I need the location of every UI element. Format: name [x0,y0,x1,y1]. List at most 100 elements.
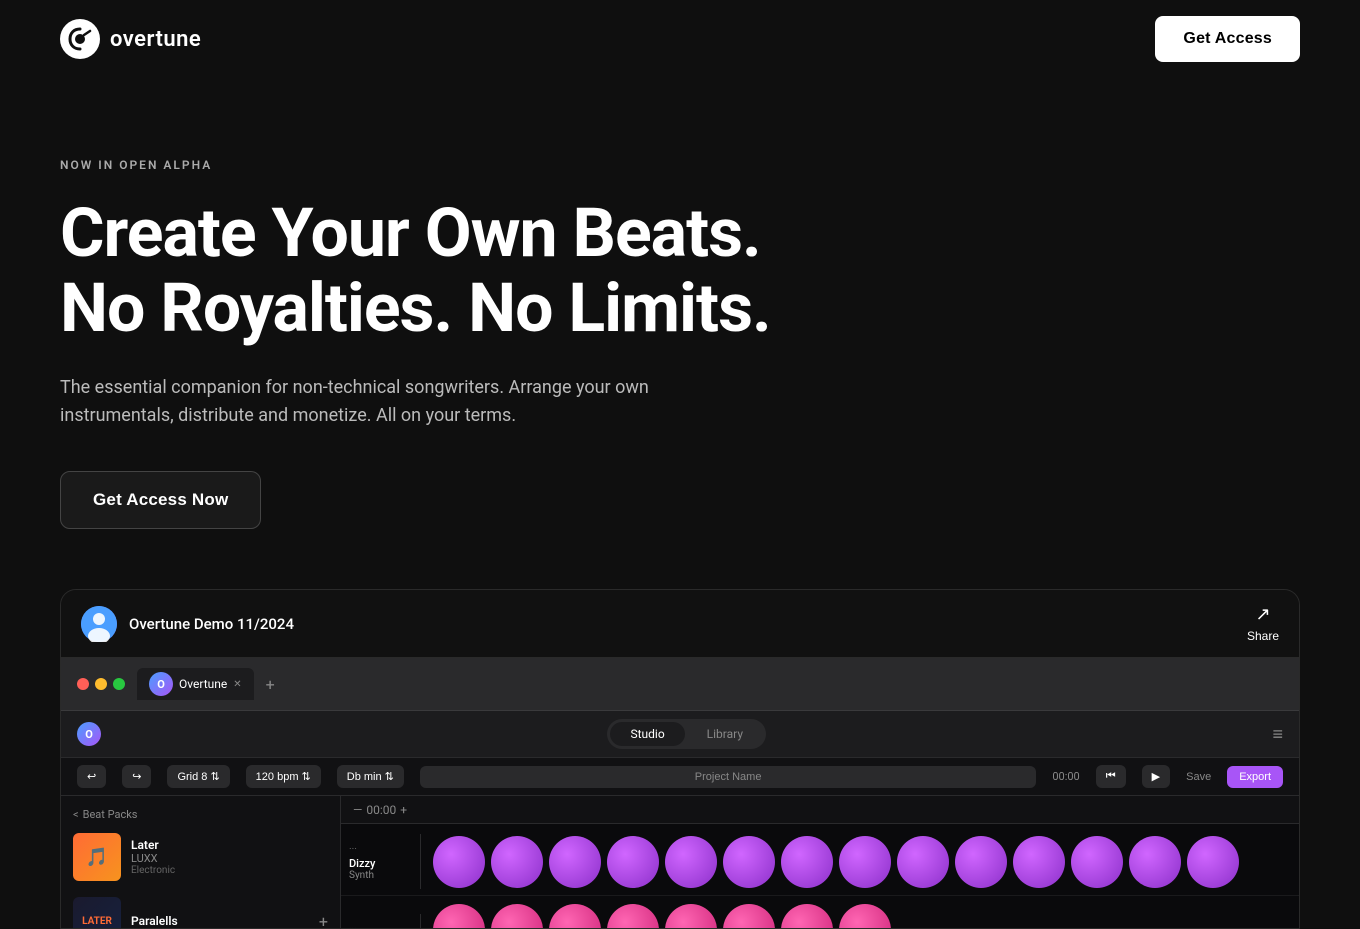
track-2-info: ··· [341,914,421,928]
sidebar-header: < Beat Packs [61,804,340,825]
timeline-time: 00:00 [366,803,396,817]
project-name-input[interactable] [420,766,1036,788]
hero-title: Create Your Own Beats. No Royalties. No … [60,196,800,346]
beat-ball [839,904,891,929]
beat-pack-paralells-thumb: LATER [73,897,121,928]
beat-pack-later-thumb: 🎵 [73,833,121,881]
beat-ball [433,904,485,929]
hero-title-line2: No Royalties. No Limits. [60,268,771,348]
track-dizzy-type: Synth [349,870,412,881]
beat-pack-paralells[interactable]: LATER Paralells + [61,889,340,928]
toolbar-menu: ≡ [1272,724,1283,745]
browser-dots [77,678,125,690]
demo-avatar [81,606,117,642]
back-icon: < [73,808,79,821]
beat-pack-later-info: Later LUXX Electronic [131,838,328,876]
track-dizzy-dots: ··· [349,842,412,857]
beat-ball [839,836,891,888]
hero-title-line1: Create Your Own Beats. [60,193,761,273]
track-row-dizzy: ··· Dizzy Synth [341,828,1299,896]
plus-icon: + [400,803,407,817]
overtune-logo-icon [60,19,100,59]
grid-selector[interactable]: Grid 8 ⇅ [167,765,229,788]
browser-add-tab-icon: + [266,675,275,694]
play-button[interactable]: ▶ [1142,765,1170,788]
toolbar-tabs: Studio Library [607,719,766,749]
key-selector[interactable]: Db min ⇅ [337,765,404,788]
app-mockup: O Overtune ✕ + O Studio Library ≡ ↩ ↪ Gr… [61,658,1299,928]
tracks-container: ··· Dizzy Synth [341,824,1299,928]
minimize-dot [95,678,107,690]
track-dizzy-beats [421,828,1299,896]
track-dizzy-info: ··· Dizzy Synth [341,834,421,889]
app-logo-icon: O [77,722,101,746]
demo-header: Overtune Demo 11/2024 ↗ Share [61,590,1299,658]
beat-controls-bar: ↩ ↪ Grid 8 ⇅ 120 bpm ⇅ Db min ⇅ 00:00 ⏮ … [61,758,1299,796]
beat-ball [433,836,485,888]
demo-section: Overtune Demo 11/2024 ↗ Share O Overtune… [60,589,1300,929]
share-label: Share [1247,629,1279,643]
tab-close-icon: ✕ [233,679,241,690]
beat-ball [781,836,833,888]
beat-pack-later[interactable]: 🎵 Later LUXX Electronic [61,825,340,889]
beat-pack-paralells-info: Paralells [131,914,309,928]
beat-ball [723,904,775,929]
app-main-content: < Beat Packs 🎵 Later LUXX Electronic LAT… [61,796,1299,928]
add-icon: + [319,912,328,929]
prev-button[interactable]: ⏮ [1096,765,1126,788]
beat-ball [665,836,717,888]
track-row-2: ··· [341,896,1299,928]
export-button[interactable]: Export [1227,766,1283,788]
beat-ball [955,836,1007,888]
share-button[interactable]: ↗ Share [1247,604,1279,643]
hero-section: NOW IN OPEN ALPHA Create Your Own Beats.… [0,78,860,589]
track-2-dots: ··· [349,922,412,928]
logo: overtune [60,19,201,59]
beat-ball [1129,836,1181,888]
close-dot [77,678,89,690]
save-button[interactable]: Save [1186,771,1211,783]
undo-button[interactable]: ↩ [77,765,106,788]
beat-ball [549,904,601,929]
beat-ball [1071,836,1123,888]
demo-header-left: Overtune Demo 11/2024 [81,606,294,642]
bpm-selector[interactable]: 120 bpm ⇅ [246,765,321,788]
minus-icon: — [353,803,362,817]
timeline-controls: — 00:00 + [353,803,407,817]
track-2-beats [421,896,1299,929]
app-toolbar: O Studio Library ≡ [61,711,1299,758]
beat-ball [607,836,659,888]
beat-pack-paralells-name: Paralells [131,914,309,928]
menu-icon: ≡ [1272,724,1283,745]
beat-ball [897,836,949,888]
track-area: — 00:00 + ··· Dizzy Synth [341,796,1299,928]
beat-ball [781,904,833,929]
get-access-button[interactable]: Get Access [1155,16,1300,62]
redo-button[interactable]: ↪ [122,765,151,788]
get-access-now-button[interactable]: Get Access Now [60,471,261,529]
demo-title: Overtune Demo 11/2024 [129,615,294,633]
logo-text: overtune [110,27,201,52]
sidebar-title: Beat Packs [83,808,138,821]
tab-logo: O [149,672,173,696]
browser-chrome: O Overtune ✕ + [61,658,1299,711]
maximize-dot [113,678,125,690]
beat-ball [549,836,601,888]
beat-ball [1187,836,1239,888]
beat-ball [491,836,543,888]
tab-library[interactable]: Library [687,722,763,746]
beat-packs-sidebar: < Beat Packs 🎵 Later LUXX Electronic LAT… [61,796,341,928]
tab-studio[interactable]: Studio [610,722,684,746]
playback-time: 00:00 [1052,770,1079,783]
alpha-badge: NOW IN OPEN ALPHA [60,158,800,172]
beat-pack-later-name: Later [131,838,328,852]
beat-ball [607,904,659,929]
share-icon: ↗ [1255,604,1270,625]
timeline-bar: — 00:00 + [341,796,1299,824]
beat-ball [723,836,775,888]
hero-subtitle: The essential companion for non-technica… [60,374,680,432]
beat-ball [665,904,717,929]
beat-ball [491,904,543,929]
browser-tab: O Overtune ✕ [137,668,254,700]
tab-title: Overtune [179,677,227,691]
